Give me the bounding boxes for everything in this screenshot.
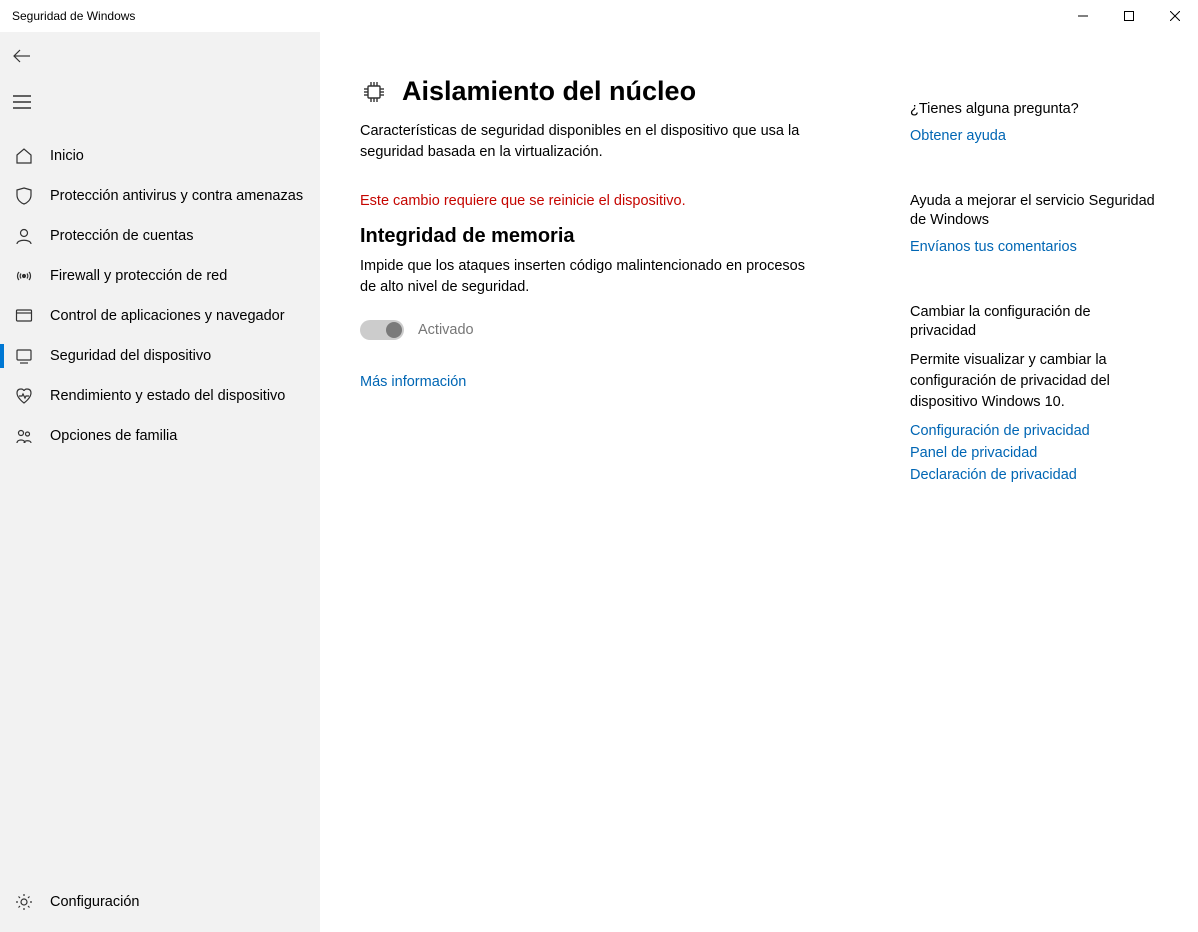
gear-icon	[14, 892, 34, 912]
family-icon	[14, 426, 34, 446]
device-security-icon	[14, 346, 34, 366]
sidebar-item-antivirus[interactable]: Protección antivirus y contra amenazas	[0, 176, 320, 216]
sidebar-item-label: Rendimiento y estado del dispositivo	[50, 388, 285, 404]
restart-warning: Este cambio requiere que se reinicie el …	[360, 193, 870, 209]
sidebar-item-label: Opciones de familia	[50, 428, 177, 444]
toggle-state-label: Activado	[418, 322, 474, 338]
close-button[interactable]	[1152, 0, 1198, 32]
get-help-link[interactable]: Obtener ayuda	[910, 128, 1160, 144]
heart-pulse-icon	[14, 386, 34, 406]
window-title: Seguridad de Windows	[12, 9, 135, 23]
app-control-icon	[14, 306, 34, 326]
window-controls	[1060, 0, 1198, 32]
privacy-settings-link[interactable]: Configuración de privacidad	[910, 423, 1160, 439]
send-feedback-link[interactable]: Envíanos tus comentarios	[910, 239, 1160, 255]
content-column: Aislamiento del núcleo Características d…	[360, 52, 870, 932]
help-title: ¿Tienes alguna pregunta?	[910, 100, 1160, 120]
sidebar: Inicio Protección antivirus y contra ame…	[0, 32, 320, 932]
core-isolation-icon	[360, 78, 388, 106]
sidebar-item-device-security[interactable]: Seguridad del dispositivo	[0, 336, 320, 376]
sidebar-item-label: Inicio	[50, 148, 84, 164]
sidebar-item-label: Seguridad del dispositivo	[50, 348, 211, 364]
sidebar-item-label: Protección antivirus y contra amenazas	[50, 188, 303, 204]
sidebar-item-performance[interactable]: Rendimiento y estado del dispositivo	[0, 376, 320, 416]
sidebar-item-label: Protección de cuentas	[50, 228, 193, 244]
sidebar-item-label: Control de aplicaciones y navegador	[50, 308, 285, 324]
title-bar: Seguridad de Windows	[0, 0, 1198, 32]
maximize-button[interactable]	[1106, 0, 1152, 32]
privacy-title: Cambiar la configuración de privacidad	[910, 303, 1160, 342]
sidebar-item-accounts[interactable]: Protección de cuentas	[0, 216, 320, 256]
hamburger-button[interactable]	[0, 82, 44, 122]
more-info-link[interactable]: Más información	[360, 374, 870, 390]
shield-icon	[14, 186, 34, 206]
page-header: Aislamiento del núcleo	[360, 76, 870, 107]
sidebar-settings[interactable]: Configuración	[0, 882, 320, 922]
privacy-statement-link[interactable]: Declaración de privacidad	[910, 467, 1160, 483]
sidebar-settings-label: Configuración	[50, 894, 139, 910]
home-icon	[14, 146, 34, 166]
page-description: Características de seguridad disponibles…	[360, 121, 820, 163]
sidebar-item-label: Firewall y protección de red	[50, 268, 227, 284]
person-icon	[14, 226, 34, 246]
privacy-description: Permite visualizar y cambiar la configur…	[910, 350, 1160, 413]
feedback-title: Ayuda a mejorar el servicio Seguridad de…	[910, 192, 1160, 231]
sidebar-item-home[interactable]: Inicio	[0, 136, 320, 176]
sidebar-item-family[interactable]: Opciones de familia	[0, 416, 320, 456]
privacy-group: Cambiar la configuración de privacidad P…	[910, 303, 1160, 483]
memory-integrity-description: Impide que los ataques inserten código m…	[360, 256, 820, 298]
feedback-group: Ayuda a mejorar el servicio Seguridad de…	[910, 192, 1160, 255]
sidebar-item-firewall[interactable]: Firewall y protección de red	[0, 256, 320, 296]
aside-column: ¿Tienes alguna pregunta? Obtener ayuda A…	[910, 52, 1160, 932]
memory-integrity-toggle-row: Activado	[360, 320, 870, 340]
help-group: ¿Tienes alguna pregunta? Obtener ayuda	[910, 100, 1160, 144]
network-icon	[14, 266, 34, 286]
main-area: Aislamiento del núcleo Características d…	[320, 32, 1198, 932]
memory-integrity-heading: Integridad de memoria	[360, 225, 870, 248]
back-button[interactable]	[0, 36, 44, 76]
minimize-button[interactable]	[1060, 0, 1106, 32]
page-title: Aislamiento del núcleo	[402, 76, 696, 107]
memory-integrity-toggle[interactable]	[360, 320, 404, 340]
toggle-knob	[386, 322, 402, 338]
sidebar-item-appcontrol[interactable]: Control de aplicaciones y navegador	[0, 296, 320, 336]
privacy-dashboard-link[interactable]: Panel de privacidad	[910, 445, 1160, 461]
